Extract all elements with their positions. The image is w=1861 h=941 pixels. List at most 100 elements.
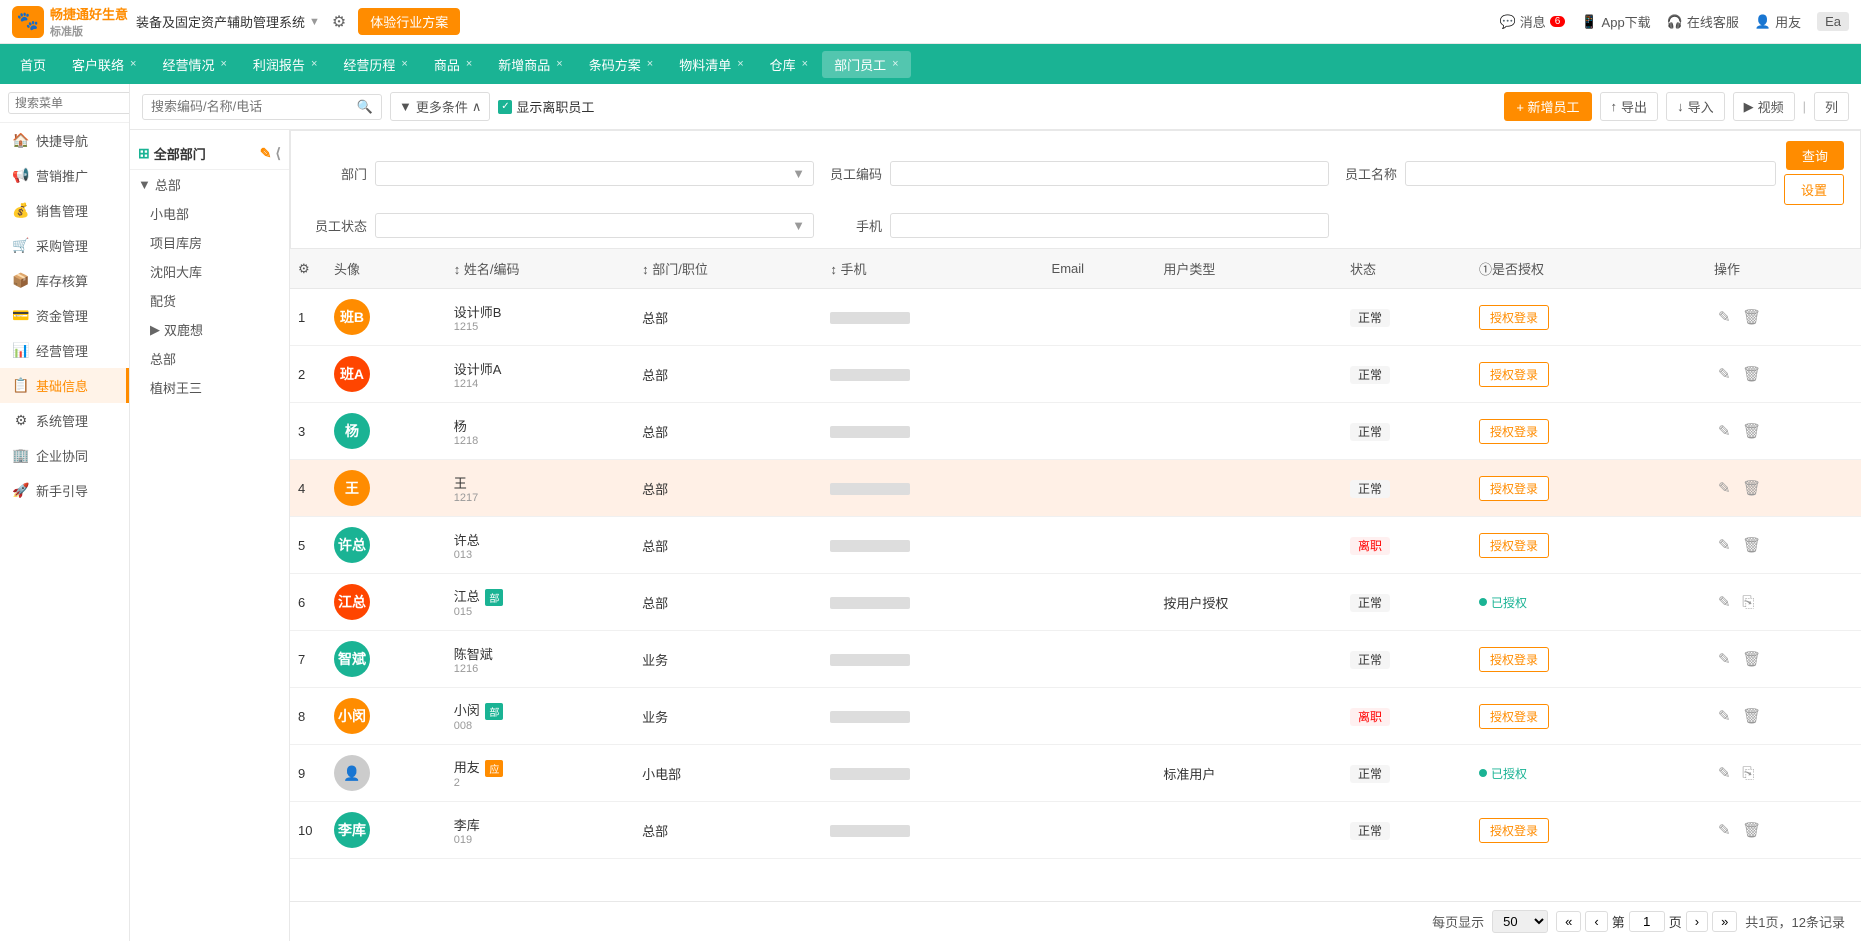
- tab-dept-staff[interactable]: 部门员工 ×: [822, 51, 910, 78]
- sidebar-item-marketing[interactable]: 📢 营销推广: [0, 158, 129, 193]
- close-icon[interactable]: ×: [556, 58, 562, 70]
- import-button[interactable]: ↓ 导入: [1666, 92, 1725, 121]
- column-settings-button[interactable]: 列: [1814, 92, 1849, 121]
- empstatus-filter-select[interactable]: ▼: [375, 213, 814, 238]
- auth-login-button[interactable]: 授权登录: [1479, 704, 1549, 729]
- query-button[interactable]: 查询: [1786, 141, 1844, 170]
- tab-goods[interactable]: 商品 ×: [422, 51, 484, 78]
- reset-button[interactable]: 设置: [1784, 174, 1844, 205]
- tab-warehouse[interactable]: 仓库 ×: [758, 51, 820, 78]
- export-button[interactable]: ↑ 导出: [1600, 92, 1659, 121]
- dept-item-root[interactable]: ▼ 总部: [130, 170, 289, 199]
- tab-barcode[interactable]: 条码方案 ×: [577, 51, 665, 78]
- sidebar-item-purchase[interactable]: 🛒 采购管理: [0, 228, 129, 263]
- dept-item-planting[interactable]: 植树王三: [130, 373, 289, 402]
- edit-button[interactable]: ✎: [1714, 306, 1735, 328]
- page-size-select[interactable]: 50 20 100: [1492, 910, 1548, 933]
- dept-item-delivery[interactable]: 配货: [130, 286, 289, 315]
- video-button[interactable]: ▶ 视频: [1733, 92, 1795, 121]
- dept-edit-icon[interactable]: ✎: [260, 145, 272, 162]
- delete-button[interactable]: 🗑: [1738, 363, 1765, 385]
- close-icon[interactable]: ×: [130, 58, 136, 70]
- auth-login-button[interactable]: 授权登录: [1479, 647, 1549, 672]
- edit-button[interactable]: ✎: [1714, 648, 1735, 670]
- dept-item-shuanglu[interactable]: ▶ 双鹿想: [130, 315, 289, 344]
- auth-login-button[interactable]: 授权登录: [1479, 362, 1549, 387]
- dept-collapse-icon[interactable]: ⟨: [276, 145, 281, 162]
- copy-button[interactable]: ⎘: [1738, 592, 1758, 613]
- edit-button[interactable]: ✎: [1714, 477, 1735, 499]
- sidebar-item-guide[interactable]: 🚀 新手引导: [0, 473, 129, 508]
- copy-button[interactable]: ⎘: [1738, 763, 1758, 784]
- app-download-btn[interactable]: 📱 App下载: [1581, 12, 1650, 31]
- dept-item-shenyang[interactable]: 沈阳大库: [130, 257, 289, 286]
- show-leaving-toggle[interactable]: ✓ 显示离职员工: [498, 97, 594, 116]
- close-icon[interactable]: ×: [311, 58, 317, 70]
- edit-button[interactable]: ✎: [1714, 534, 1735, 556]
- phone-filter-input[interactable]: [890, 213, 1329, 238]
- last-page-button[interactable]: »: [1712, 911, 1737, 932]
- trial-button[interactable]: 体验行业方案: [358, 8, 460, 35]
- message-btn[interactable]: 💬 消息 6: [1500, 12, 1566, 31]
- col-dept-pos[interactable]: ↕ 部门/职位: [634, 249, 822, 289]
- close-icon[interactable]: ×: [401, 58, 407, 70]
- delete-button[interactable]: 🗑: [1738, 705, 1765, 727]
- page-number-input[interactable]: [1629, 911, 1665, 932]
- col-name-code[interactable]: ↕ 姓名/编码: [446, 249, 634, 289]
- add-employee-button[interactable]: + 新增员工: [1504, 92, 1591, 121]
- auth-login-button[interactable]: 授权登录: [1479, 476, 1549, 501]
- sidebar-item-operation-mgmt[interactable]: 📊 经营管理: [0, 333, 129, 368]
- empname-filter-input[interactable]: [1405, 161, 1776, 186]
- tab-customer[interactable]: 客户联络 ×: [60, 51, 148, 78]
- settings-icon[interactable]: ⚙: [332, 12, 346, 32]
- sidebar-item-finance[interactable]: 💳 资金管理: [0, 298, 129, 333]
- sidebar-item-system[interactable]: ⚙ 系统管理: [0, 403, 129, 438]
- edit-button[interactable]: ✎: [1714, 591, 1735, 613]
- sidebar-item-sales[interactable]: 💰 销售管理: [0, 193, 129, 228]
- system-selector[interactable]: 装备及固定资产辅助管理系统 ▼: [136, 12, 320, 31]
- close-icon[interactable]: ×: [737, 58, 743, 70]
- edit-button[interactable]: ✎: [1714, 420, 1735, 442]
- auth-login-button[interactable]: 授权登录: [1479, 533, 1549, 558]
- auth-login-button[interactable]: 授权登录: [1479, 818, 1549, 843]
- tab-profit[interactable]: 利润报告 ×: [241, 51, 329, 78]
- sidebar-search-input[interactable]: [8, 92, 130, 114]
- tab-process[interactable]: 经营历程 ×: [331, 51, 419, 78]
- more-filter-button[interactable]: ▼ 更多条件 ∧: [390, 92, 490, 121]
- dept-item-zongbu[interactable]: 总部: [130, 344, 289, 373]
- col-settings-icon[interactable]: ⚙: [290, 249, 326, 289]
- search-input[interactable]: [151, 99, 353, 114]
- tab-add-goods[interactable]: 新增商品 ×: [486, 51, 574, 78]
- close-icon[interactable]: ×: [647, 58, 653, 70]
- close-icon[interactable]: ×: [892, 58, 898, 70]
- online-service-btn[interactable]: 🎧 在线客服: [1667, 12, 1739, 31]
- close-icon[interactable]: ×: [220, 58, 226, 70]
- delete-button[interactable]: 🗑: [1738, 534, 1765, 556]
- tab-home[interactable]: 首页: [8, 51, 58, 78]
- dept-filter-select[interactable]: ▼: [375, 161, 814, 186]
- dept-item-xdept[interactable]: 小电部: [130, 199, 289, 228]
- col-phone[interactable]: ↕ 手机: [822, 249, 1043, 289]
- prev-page-button[interactable]: ‹: [1585, 911, 1607, 932]
- auth-login-button[interactable]: 授权登录: [1479, 419, 1549, 444]
- delete-button[interactable]: 🗑: [1738, 477, 1765, 499]
- edit-button[interactable]: ✎: [1714, 819, 1735, 841]
- next-page-button[interactable]: ›: [1686, 911, 1708, 932]
- first-page-button[interactable]: «: [1556, 911, 1581, 932]
- tab-operation[interactable]: 经营情况 ×: [150, 51, 238, 78]
- close-icon[interactable]: ×: [466, 58, 472, 70]
- edit-button[interactable]: ✎: [1714, 363, 1735, 385]
- sidebar-item-quick-nav[interactable]: 🏠 快捷导航: [0, 123, 129, 158]
- tab-bom[interactable]: 物料清单 ×: [667, 51, 755, 78]
- delete-button[interactable]: 🗑: [1738, 420, 1765, 442]
- close-icon[interactable]: ×: [802, 58, 808, 70]
- delete-button[interactable]: 🗑: [1738, 306, 1765, 328]
- edit-button[interactable]: ✎: [1714, 762, 1735, 784]
- delete-button[interactable]: 🗑: [1738, 819, 1765, 841]
- sidebar-item-inventory[interactable]: 📦 库存核算: [0, 263, 129, 298]
- edit-button[interactable]: ✎: [1714, 705, 1735, 727]
- empcode-filter-input[interactable]: [890, 161, 1329, 186]
- user-avatar[interactable]: 👤 用友: [1755, 12, 1801, 31]
- sidebar-item-basic[interactable]: 📋 基础信息: [0, 368, 129, 403]
- delete-button[interactable]: 🗑: [1738, 648, 1765, 670]
